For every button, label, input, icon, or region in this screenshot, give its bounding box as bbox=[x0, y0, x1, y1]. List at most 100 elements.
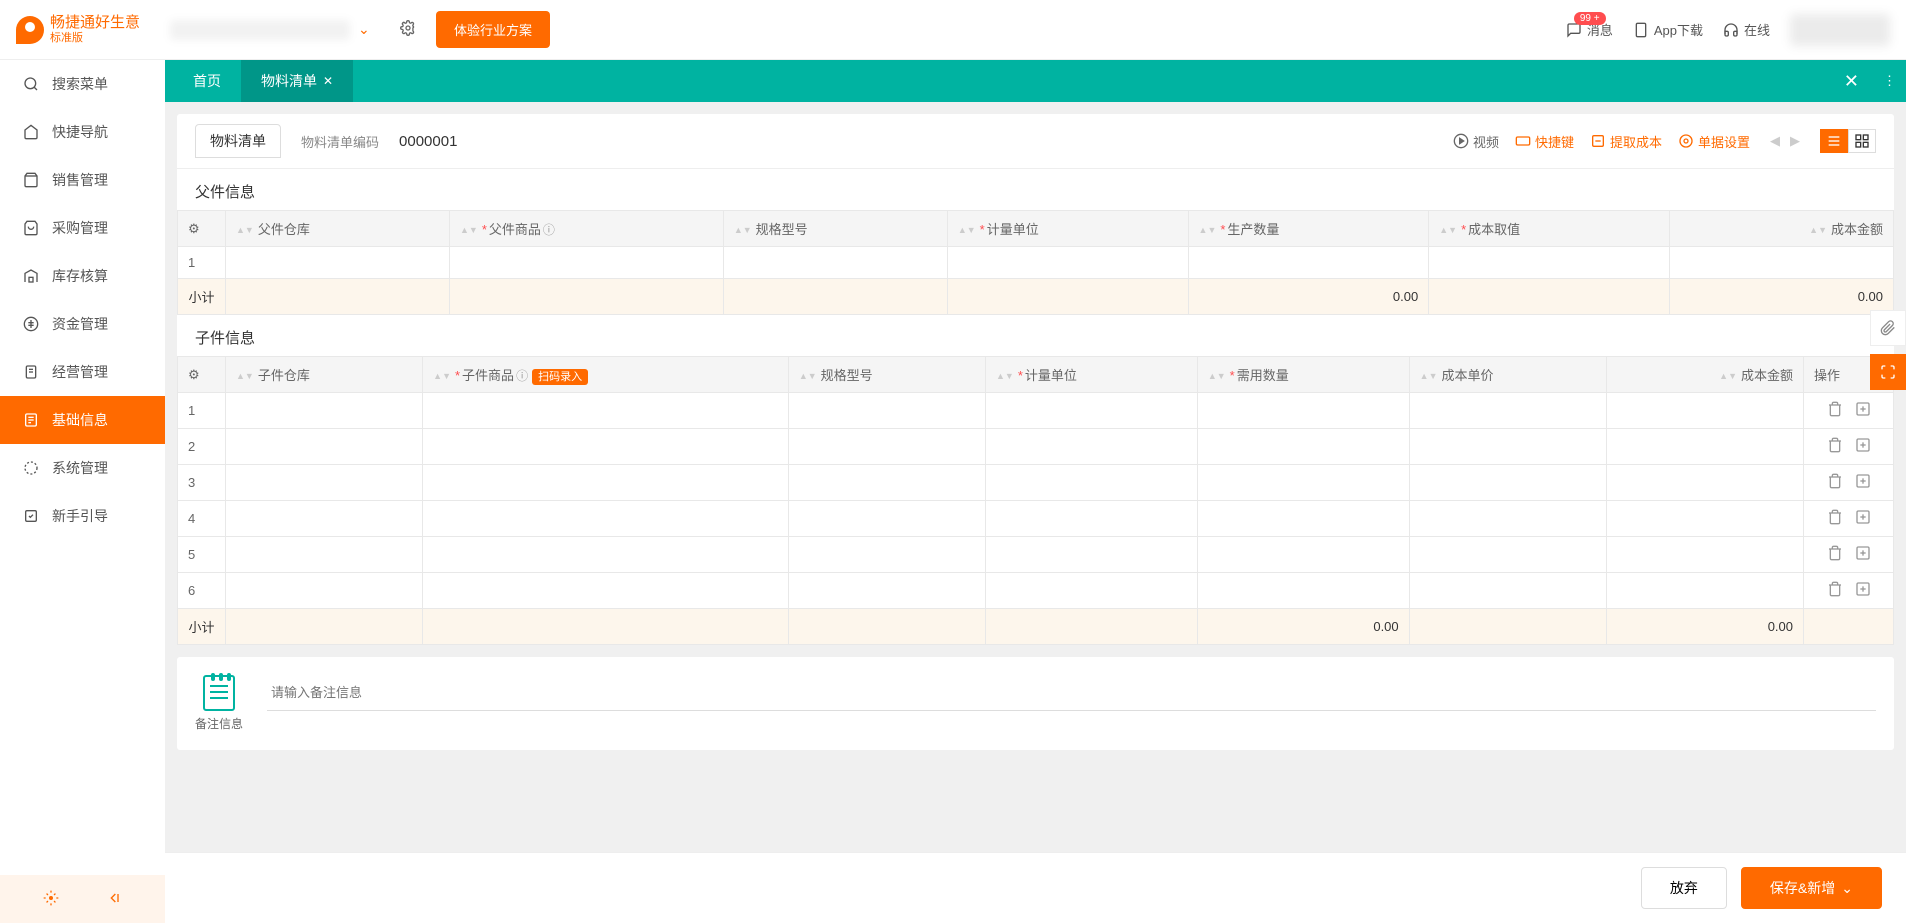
sidebar-item-search[interactable]: 搜索菜单 bbox=[0, 60, 165, 108]
add-row-button[interactable] bbox=[1855, 437, 1871, 456]
money-icon bbox=[22, 315, 40, 333]
save-and-new-button[interactable]: 保存&新增 ⌄ bbox=[1741, 867, 1882, 909]
sidebar-item-label: 快捷导航 bbox=[52, 122, 108, 142]
download-label: App下载 bbox=[1654, 20, 1703, 39]
sidebar-item-label: 资金管理 bbox=[52, 314, 108, 334]
col-cost-price[interactable]: ▲▼成本单价 bbox=[1409, 357, 1606, 393]
sidebar-item-funds[interactable]: 资金管理 bbox=[0, 300, 165, 348]
sidebar-item-sales[interactable]: 销售管理 bbox=[0, 156, 165, 204]
parent-section-title: 父件信息 bbox=[177, 169, 1894, 210]
sidebar-collapse-button[interactable] bbox=[106, 890, 122, 909]
table-row[interactable]: 3 bbox=[178, 465, 1894, 501]
table-row[interactable]: 6 bbox=[178, 573, 1894, 609]
sidebar-item-label: 库存核算 bbox=[52, 266, 108, 286]
table-row[interactable]: 1 bbox=[178, 393, 1894, 429]
delete-row-button[interactable] bbox=[1827, 545, 1843, 564]
org-selector[interactable]: ⌄ bbox=[170, 20, 390, 40]
sidebar-item-label: 系统管理 bbox=[52, 458, 108, 478]
view-grid-button[interactable] bbox=[1848, 129, 1876, 153]
discard-button[interactable]: 放弃 bbox=[1641, 867, 1727, 909]
tab-close-icon[interactable]: ✕ bbox=[323, 74, 333, 88]
remark-icon-box: 备注信息 bbox=[195, 675, 243, 732]
next-button[interactable]: ▶ bbox=[1786, 131, 1804, 151]
sidebar-item-business[interactable]: 经营管理 bbox=[0, 348, 165, 396]
col-spec[interactable]: ▲▼规格型号 bbox=[788, 357, 985, 393]
chevron-down-icon: ⌄ bbox=[1841, 880, 1853, 897]
messages-button[interactable]: 99 + 消息 bbox=[1566, 20, 1613, 39]
sidebar-settings-button[interactable] bbox=[43, 890, 59, 909]
row-index: 6 bbox=[178, 573, 226, 609]
logo[interactable]: 畅捷通好生意 标准版 bbox=[16, 15, 140, 44]
sidebar-item-purchase[interactable]: 采购管理 bbox=[0, 204, 165, 252]
sidebar-item-guide[interactable]: 新手引导 bbox=[0, 492, 165, 540]
tabs-more-button[interactable]: ⋮ bbox=[1873, 73, 1906, 89]
col-qty[interactable]: ▲▼*生产数量 bbox=[1188, 211, 1429, 247]
col-qty[interactable]: ▲▼*需用数量 bbox=[1197, 357, 1409, 393]
sidebar-item-basic[interactable]: 基础信息 bbox=[0, 396, 165, 444]
tab-bom[interactable]: 物料清单 ✕ bbox=[241, 60, 353, 102]
app-download-button[interactable]: App下载 bbox=[1633, 20, 1703, 39]
help-icon[interactable]: ⓘ bbox=[543, 223, 555, 237]
delete-row-button[interactable] bbox=[1827, 437, 1843, 456]
col-unit[interactable]: ▲▼*计量单位 bbox=[947, 211, 1188, 247]
fullscreen-button[interactable] bbox=[1870, 354, 1906, 390]
table-row[interactable]: 5 bbox=[178, 537, 1894, 573]
row-ops bbox=[1804, 501, 1894, 537]
sidebar-item-quicknav[interactable]: 快捷导航 bbox=[0, 108, 165, 156]
code-value: 0000001 bbox=[399, 133, 457, 150]
col-settings[interactable]: ⚙ bbox=[178, 211, 226, 247]
sidebar-item-system[interactable]: 系统管理 bbox=[0, 444, 165, 492]
col-child-warehouse[interactable]: ▲▼子件仓库 bbox=[226, 357, 423, 393]
code-label: 物料清单编码 bbox=[301, 132, 379, 151]
add-row-button[interactable] bbox=[1855, 473, 1871, 492]
delete-row-button[interactable] bbox=[1827, 473, 1843, 492]
prev-button[interactable]: ◀ bbox=[1766, 131, 1784, 151]
panel-header: 物料清单 物料清单编码 0000001 视频 快捷键 提取成本 单据设置 ◀ ▶ bbox=[177, 114, 1894, 169]
attachment-button[interactable] bbox=[1870, 310, 1906, 346]
extract-cost-link[interactable]: 提取成本 bbox=[1590, 132, 1662, 151]
org-settings-button[interactable] bbox=[400, 20, 416, 39]
col-settings[interactable]: ⚙ bbox=[178, 357, 226, 393]
add-row-button[interactable] bbox=[1855, 401, 1871, 420]
doc-settings-link[interactable]: 单据设置 bbox=[1678, 132, 1750, 151]
table-row[interactable]: 2 bbox=[178, 429, 1894, 465]
remark-input[interactable] bbox=[267, 675, 1876, 711]
tab-home[interactable]: 首页 bbox=[173, 60, 241, 102]
org-name-blurred bbox=[170, 20, 350, 40]
experience-button[interactable]: 体验行业方案 bbox=[436, 11, 550, 48]
help-icon[interactable]: ⓘ bbox=[516, 369, 528, 383]
online-support-button[interactable]: 在线 bbox=[1723, 20, 1770, 39]
col-cost-amount[interactable]: ▲▼成本金额 bbox=[1606, 357, 1803, 393]
col-spec[interactable]: ▲▼规格型号 bbox=[723, 211, 947, 247]
panel-tab-label[interactable]: 物料清单 bbox=[195, 124, 281, 158]
main-panel: 物料清单 物料清单编码 0000001 视频 快捷键 提取成本 单据设置 ◀ ▶ bbox=[177, 114, 1894, 645]
tabs-close-all-button[interactable]: ✕ bbox=[1830, 71, 1873, 92]
col-cost-method[interactable]: ▲▼*成本取值 bbox=[1429, 211, 1670, 247]
logo-title: 畅捷通好生意 bbox=[50, 15, 140, 32]
row-ops bbox=[1804, 573, 1894, 609]
sidebar-item-inventory[interactable]: 库存核算 bbox=[0, 252, 165, 300]
scan-tag[interactable]: 扫码录入 bbox=[532, 369, 588, 385]
col-child-product[interactable]: ▲▼*子件商品ⓘ扫码录入 bbox=[423, 357, 789, 393]
shortcut-link[interactable]: 快捷键 bbox=[1515, 132, 1574, 151]
col-unit[interactable]: ▲▼*计量单位 bbox=[986, 357, 1198, 393]
table-row[interactable]: 4 bbox=[178, 501, 1894, 537]
col-cost-amount[interactable]: ▲▼成本金额 bbox=[1669, 211, 1893, 247]
user-avatar-blurred[interactable] bbox=[1790, 14, 1890, 46]
col-parent-warehouse[interactable]: ▲▼父件仓库 bbox=[226, 211, 450, 247]
subtotal-label: 小计 bbox=[178, 609, 226, 645]
app-header: 畅捷通好生意 标准版 ⌄ 体验行业方案 99 + 消息 App下载 在线 bbox=[0, 0, 1906, 60]
view-list-button[interactable] bbox=[1820, 129, 1848, 153]
video-link[interactable]: 视频 bbox=[1453, 132, 1499, 151]
table-row[interactable]: 1 bbox=[178, 247, 1894, 279]
delete-row-button[interactable] bbox=[1827, 581, 1843, 600]
row-index: 1 bbox=[178, 393, 226, 429]
delete-row-button[interactable] bbox=[1827, 509, 1843, 528]
row-ops bbox=[1804, 429, 1894, 465]
row-ops bbox=[1804, 537, 1894, 573]
add-row-button[interactable] bbox=[1855, 509, 1871, 528]
delete-row-button[interactable] bbox=[1827, 401, 1843, 420]
add-row-button[interactable] bbox=[1855, 545, 1871, 564]
add-row-button[interactable] bbox=[1855, 581, 1871, 600]
col-parent-product[interactable]: ▲▼*父件商品ⓘ bbox=[450, 211, 724, 247]
